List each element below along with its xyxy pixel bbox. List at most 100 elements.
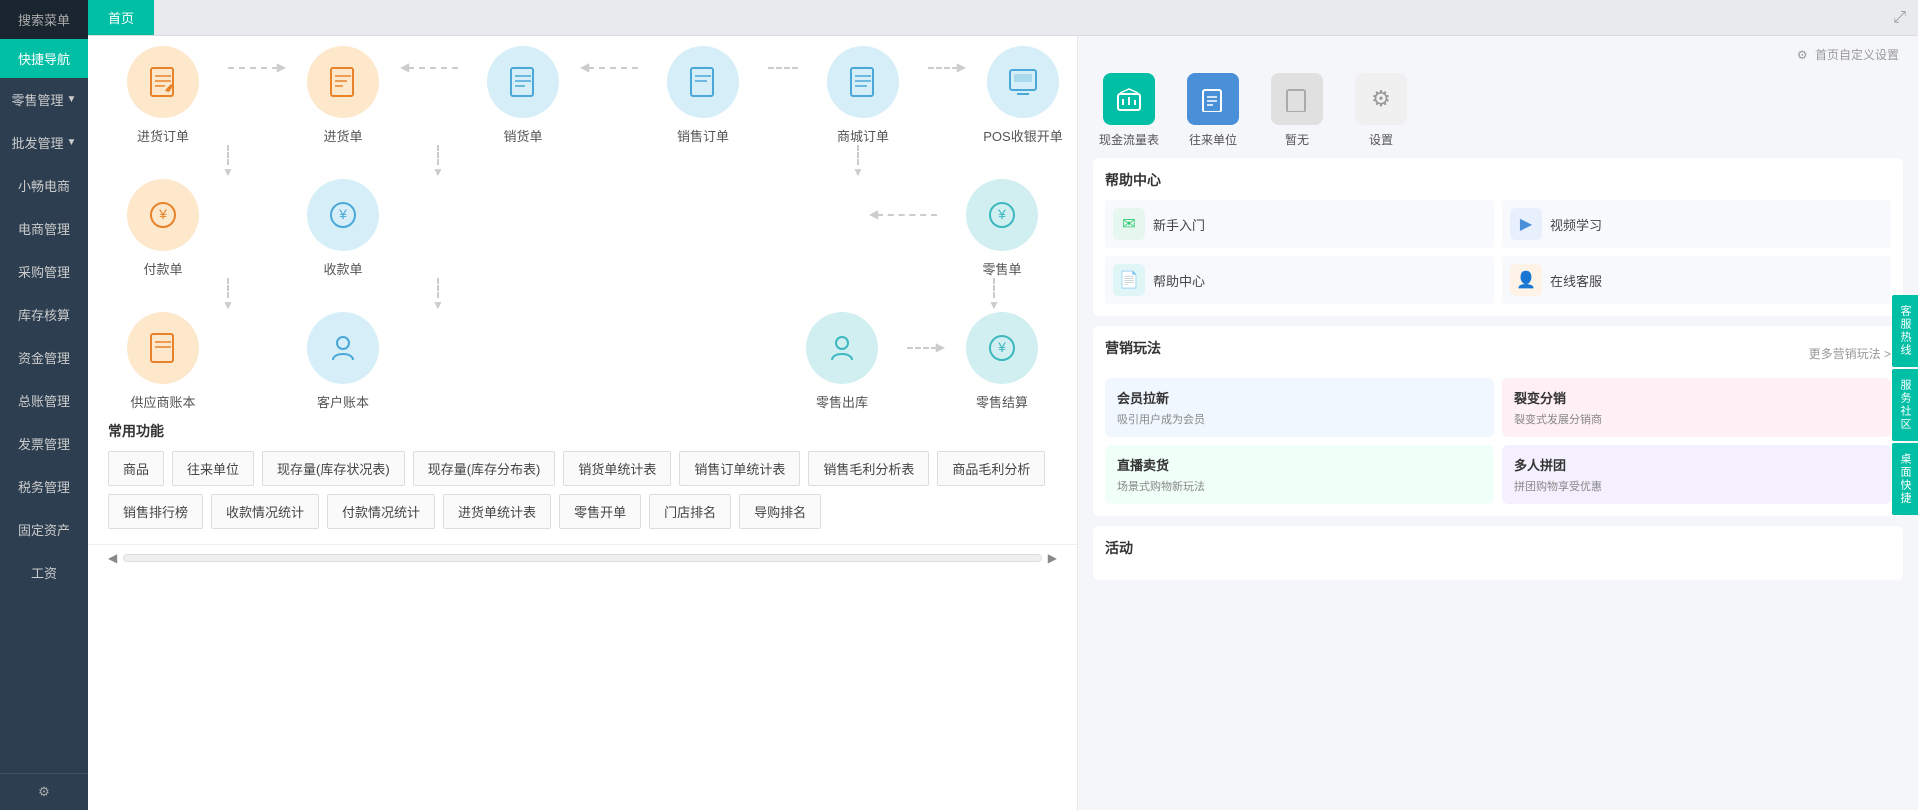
svg-text:¥: ¥	[997, 206, 1006, 222]
quick-btn-goods-margin[interactable]: 商品毛利分析	[937, 451, 1045, 486]
tab-home[interactable]: 首页	[88, 0, 154, 35]
marketing-item-fission[interactable]: 裂变分销 裂变式发展分销商	[1502, 378, 1891, 437]
flow-node-sales[interactable]: 销货单	[458, 46, 588, 145]
workflow-row1: 进货订单 ▶ 进货	[98, 46, 1067, 145]
float-btn-desktop[interactable]: 桌面快捷	[1892, 443, 1918, 515]
marketing-item-live[interactable]: 直播卖货 场景式购物新玩法	[1105, 445, 1494, 504]
scroll-track[interactable]	[123, 554, 1042, 562]
flow-node-supplier-ledger[interactable]: 供应商账本	[98, 312, 228, 411]
float-btn-community[interactable]: 服务社区	[1892, 369, 1918, 441]
svg-text:¥: ¥	[158, 206, 167, 222]
flow-label-purchase: 进货单	[323, 126, 362, 145]
flow-label-pos: POS收银开单	[983, 126, 1062, 145]
sidebar-quicknav[interactable]: 快捷导航	[0, 39, 88, 78]
flow-circle-retail-out	[806, 312, 878, 384]
flow-node-customer-ledger[interactable]: 客户账本	[278, 312, 408, 411]
help-section: 帮助中心 ✉ 新手入门 ▶ 视频学习 📄 帮助中心 👤	[1093, 158, 1903, 316]
flow-circle-retail-settle: ¥	[966, 312, 1038, 384]
quick-icon-partner[interactable]: 往来单位	[1177, 73, 1249, 148]
svg-text:¥: ¥	[997, 339, 1006, 355]
home-customize[interactable]: ⚙ 首页自定义设置	[1093, 46, 1903, 63]
right-panel: ⚙ 首页自定义设置 现金流量表 往来单位	[1078, 36, 1918, 810]
sidebar-item-ecommerce-mgmt[interactable]: 电商管理	[0, 207, 88, 250]
quick-icon-settings[interactable]: ⚙ 设置	[1345, 73, 1417, 148]
quick-btn-sales-rank[interactable]: 销售排行榜	[108, 494, 203, 529]
quick-functions-grid: 商品 往来单位 现存量(库存状况表) 现存量(库存分布表) 销货单统计表 销售订…	[108, 451, 1057, 529]
quick-icon-cashflow[interactable]: 现金流量表	[1093, 73, 1165, 148]
expand-icon[interactable]: ⤢	[1881, 9, 1918, 27]
sidebar-item-wholesale[interactable]: 批发管理 ▼	[0, 121, 88, 164]
flow-label-mall-order: 商城订单	[837, 126, 889, 145]
flow-node-purchase[interactable]: 进货单	[278, 46, 408, 145]
help-item-beginner[interactable]: ✉ 新手入门	[1105, 200, 1494, 248]
flow-label-supplier-ledger: 供应商账本	[130, 392, 195, 411]
member-title: 会员拉新	[1117, 388, 1482, 407]
helpcenter-icon: 📄	[1113, 264, 1145, 296]
sidebar-settings[interactable]: ⚙	[0, 773, 88, 810]
quick-btn-payment-stat[interactable]: 付款情况统计	[327, 494, 435, 529]
scroll-left-arrow[interactable]: ◀	[108, 551, 117, 565]
fission-title: 裂变分销	[1514, 388, 1879, 407]
live-desc: 场景式购物新玩法	[1117, 478, 1482, 494]
help-grid: ✉ 新手入门 ▶ 视频学习 📄 帮助中心 👤 在线客服	[1105, 200, 1891, 304]
flow-node-retail-out[interactable]: 零售出库	[777, 312, 907, 411]
flow-circle-purchase	[307, 46, 379, 118]
quick-icon-none[interactable]: 暂无	[1261, 73, 1333, 148]
help-item-video[interactable]: ▶ 视频学习	[1502, 200, 1891, 248]
quick-btn-retail-order[interactable]: 零售开单	[559, 494, 641, 529]
sidebar-item-ecommerce-small[interactable]: 小畅电商	[0, 164, 88, 207]
marketing-header: 营销玩法 更多营销玩法 >	[1105, 338, 1891, 368]
v-arrows-row2-3: ▼ ▼ ▼	[98, 278, 1067, 312]
more-marketing-link[interactable]: 更多营销玩法 >	[1809, 345, 1891, 362]
flow-node-payment[interactable]: ¥ 付款单	[98, 179, 228, 278]
float-btn-service[interactable]: 客服热线	[1892, 295, 1918, 367]
sidebar-item-general-ledger[interactable]: 总账管理	[0, 379, 88, 422]
live-title: 直播卖货	[1117, 455, 1482, 474]
help-item-online-support[interactable]: 👤 在线客服	[1502, 256, 1891, 304]
cashflow-icon-box	[1103, 73, 1155, 125]
quick-btn-sales-order-stat[interactable]: 销售订单统计表	[679, 451, 800, 486]
sidebar-item-retail[interactable]: 零售管理 ▼	[0, 78, 88, 121]
sidebar-item-purchase[interactable]: 采购管理	[0, 250, 88, 293]
quick-btn-receipt-stat[interactable]: 收款情况统计	[211, 494, 319, 529]
flow-node-retail-order[interactable]: ¥ 零售单	[937, 179, 1067, 278]
quick-btn-goods[interactable]: 商品	[108, 451, 164, 486]
quick-btn-guide-rank[interactable]: 导购排名	[739, 494, 821, 529]
flow-circle-sales-order	[667, 46, 739, 118]
sidebar-item-tax[interactable]: 税务管理	[0, 465, 88, 508]
sidebar-item-inventory[interactable]: 库存核算	[0, 293, 88, 336]
sidebar-item-salary[interactable]: 工资	[0, 551, 88, 594]
sidebar-item-finance[interactable]: 资金管理	[0, 336, 88, 379]
flow-node-purchase-order[interactable]: 进货订单	[98, 46, 228, 145]
none-icon-box	[1271, 73, 1323, 125]
help-item-help-center[interactable]: 📄 帮助中心	[1105, 256, 1494, 304]
flow-node-receipt[interactable]: ¥ 收款单	[278, 179, 408, 278]
quick-btn-partner[interactable]: 往来单位	[172, 451, 254, 486]
marketing-item-group[interactable]: 多人拼团 拼团购物享受优惠	[1502, 445, 1891, 504]
arrow-retail-settle: ▶	[907, 347, 937, 349]
flow-label-retail-out: 零售出库	[816, 392, 868, 411]
quick-btn-store-rank[interactable]: 门店排名	[649, 494, 731, 529]
sidebar: 搜索菜单 快捷导航 零售管理 ▼ 批发管理 ▼ 小畅电商 电商管理 采购管理 库…	[0, 0, 88, 810]
flow-node-sales-order[interactable]: 销售订单	[638, 46, 768, 145]
flow-circle-supplier	[127, 312, 199, 384]
content-row: 进货订单 ▶ 进货	[88, 36, 1918, 810]
sidebar-item-fixed-assets[interactable]: 固定资产	[0, 508, 88, 551]
flow-node-mall-order[interactable]: 商城订单	[798, 46, 928, 145]
quick-btn-sales-margin[interactable]: 销售毛利分析表	[808, 451, 929, 486]
group-title: 多人拼团	[1514, 455, 1879, 474]
quick-btn-stock-status[interactable]: 现存量(库存状况表)	[262, 451, 405, 486]
marketing-item-member[interactable]: 会员拉新 吸引用户成为会员	[1105, 378, 1494, 437]
flow-label-sales-order: 销售订单	[677, 126, 729, 145]
quick-btn-purchase-stat[interactable]: 进货单统计表	[443, 494, 551, 529]
quick-functions-area: 常用功能 商品 往来单位 现存量(库存状况表) 现存量(库存分布表) 销货单统计…	[88, 421, 1077, 544]
sidebar-item-invoice[interactable]: 发票管理	[0, 422, 88, 465]
flow-node-retail-settle[interactable]: ¥ 零售结算	[937, 312, 1067, 411]
sidebar-search[interactable]: 搜索菜单	[0, 0, 88, 39]
marketing-section: 营销玩法 更多营销玩法 > 会员拉新 吸引用户成为会员 裂变分销 裂变式发展分销…	[1093, 326, 1903, 516]
quick-btn-stock-dist[interactable]: 现存量(库存分布表)	[413, 451, 556, 486]
flow-node-pos[interactable]: POS收银开单	[958, 46, 1078, 145]
workflow-area: 进货订单 ▶ 进货	[88, 36, 1077, 421]
scroll-right-arrow[interactable]: ▶	[1048, 551, 1057, 565]
quick-btn-sales-stat[interactable]: 销货单统计表	[563, 451, 671, 486]
